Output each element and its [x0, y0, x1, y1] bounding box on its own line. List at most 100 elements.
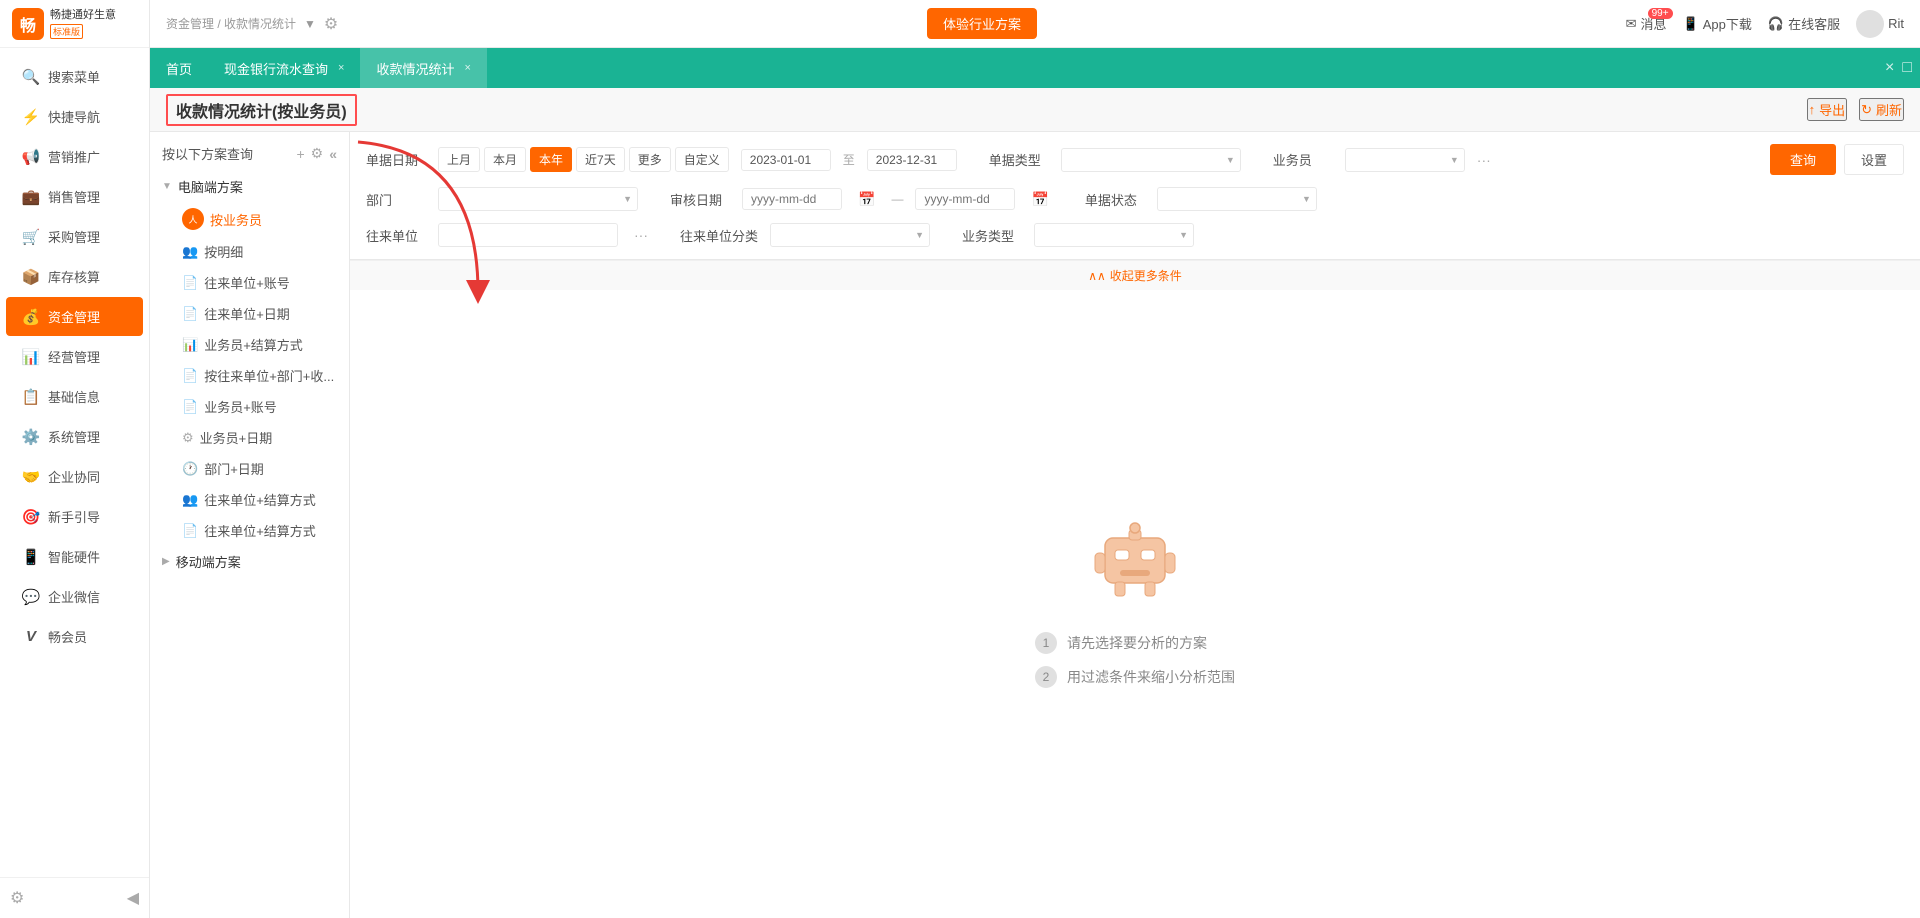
trial-button[interactable]: 体验行业方案: [927, 8, 1037, 39]
sidebar-item-search[interactable]: 🔍 搜索菜单: [6, 57, 143, 96]
footer-settings-icon[interactable]: ⚙: [10, 888, 24, 908]
sidebar-nav: 🔍 搜索菜单 ⚡ 快捷导航 📢 营销推广 💼 销售管理 🛒 采购管理 📦 库存核…: [0, 48, 149, 877]
tab-collection-stat[interactable]: 收款情况统计 ×: [360, 48, 486, 88]
tree-group-desktop[interactable]: ▼ 电脑端方案: [150, 171, 349, 202]
tab-collection-stat-close[interactable]: ×: [464, 62, 470, 74]
app-download-button[interactable]: 📱 App下载: [1683, 14, 1752, 33]
audit-date-cal2[interactable]: 📅: [1031, 191, 1048, 208]
audit-date-cal1[interactable]: 📅: [858, 191, 875, 208]
empty-state: 1 请先选择要分析的方案 2 用过滤条件来缩小分析范围: [350, 290, 1920, 918]
salesperson-more[interactable]: ···: [1477, 152, 1491, 168]
collapse-panel-icon[interactable]: «: [329, 146, 337, 162]
system-icon: ⚙️: [22, 428, 40, 446]
unit-settle2-icon: 📄: [182, 523, 198, 539]
user-avatar[interactable]: Rit: [1856, 10, 1904, 38]
date-shortcuts: 上月 本月 本年 近7天 更多 自定义: [438, 147, 729, 172]
sidebar-item-system[interactable]: ⚙️ 系统管理: [6, 417, 143, 456]
audit-date-separator: —: [891, 192, 903, 206]
scheme-settings-icon[interactable]: ⚙: [311, 145, 324, 162]
tab-bank-flow[interactable]: 现金银行流水查询 ×: [208, 48, 360, 88]
date-btn-last-month[interactable]: 上月: [438, 147, 480, 172]
tab-bank-flow-close[interactable]: ×: [338, 62, 344, 74]
tree-arrow-mobile: ▶: [162, 556, 170, 567]
tree-item-unit-settle2[interactable]: 📄 往来单位+结算方式: [150, 515, 349, 546]
tree-item-unit-settle1[interactable]: 👥 往来单位+结算方式: [150, 484, 349, 515]
left-panel-actions: + ⚙ «: [296, 145, 337, 162]
dept-select[interactable]: [438, 187, 638, 211]
footer-collapse-icon[interactable]: ◀: [127, 888, 139, 908]
bill-type-select[interactable]: [1061, 148, 1241, 172]
counterparty-more-icon[interactable]: ···: [634, 227, 648, 243]
sidebar-item-enterprise[interactable]: 🤝 企业协同: [6, 457, 143, 496]
refresh-icon: ↻: [1861, 102, 1872, 118]
tree-item-dept-date[interactable]: 🕐 部门+日期: [150, 453, 349, 484]
sidebar-item-guide[interactable]: 🎯 新手引导: [6, 497, 143, 536]
content-area: 按以下方案查询 + ⚙ « ▼ 电脑端方案 人 按业务员 👥 按明细: [150, 132, 1920, 918]
unit-settle1-icon: 👥: [182, 492, 198, 508]
tree-item-salesperson-date[interactable]: ⚙ 业务员+日期: [150, 422, 349, 453]
date-btn-last-7[interactable]: 近7天: [576, 147, 625, 172]
business-type-select[interactable]: [1034, 223, 1194, 247]
topbar-left: 资金管理 / 收款情况统计 ▼ ⚙: [166, 14, 338, 34]
sidebar-item-finance[interactable]: 💰 资金管理: [6, 297, 143, 336]
salesperson-select-wrap: [1345, 148, 1465, 172]
sidebar-item-member[interactable]: V 畅会员: [6, 617, 143, 656]
tree-group-mobile[interactable]: ▶ 移动端方案: [150, 546, 349, 577]
tree-item-salesperson-settle[interactable]: 📊 业务员+结算方式: [150, 329, 349, 360]
bill-status-label: 单据状态: [1085, 190, 1145, 209]
sidebar-item-basic[interactable]: 📋 基础信息: [6, 377, 143, 416]
sidebar-item-quick-nav[interactable]: ⚡ 快捷导航: [6, 97, 143, 136]
audit-date-to-input[interactable]: [915, 188, 1015, 210]
page-title-box: 收款情况统计(按业务员): [166, 94, 357, 126]
date-btn-custom[interactable]: 自定义: [675, 147, 729, 172]
query-button[interactable]: 查询: [1770, 144, 1836, 175]
date-from-input[interactable]: [741, 149, 831, 171]
tree-item-unit-date[interactable]: 📄 往来单位+日期: [150, 298, 349, 329]
online-service-button[interactable]: 🎧 在线客服: [1768, 14, 1840, 33]
tab-window-maximize[interactable]: □: [1902, 59, 1912, 77]
add-scheme-icon[interactable]: +: [296, 146, 304, 162]
date-btn-this-month[interactable]: 本月: [484, 147, 526, 172]
tree-item-by-salesperson[interactable]: 人 按业务员: [150, 202, 349, 236]
bill-type-label: 单据类型: [989, 150, 1049, 169]
tree-item-salesperson-account[interactable]: 📄 业务员+账号: [150, 391, 349, 422]
bill-status-select[interactable]: [1157, 187, 1317, 211]
bill-status-select-wrap: [1157, 187, 1317, 211]
dept-select-wrap: [438, 187, 638, 211]
export-button[interactable]: ↑ 导出: [1807, 98, 1848, 121]
date-btn-more[interactable]: 更多: [629, 147, 671, 172]
message-icon: ✉: [1626, 16, 1637, 32]
sidebar-item-purchase[interactable]: 🛒 采购管理: [6, 217, 143, 256]
business-type-select-wrap: [1034, 223, 1194, 247]
page-header: 收款情况统计(按业务员) ↑ 导出 ↻ 刷新: [150, 88, 1920, 132]
filter-row-1: 单据日期 上月 本月 本年 近7天 更多 自定义 至 单据类型: [366, 144, 1904, 175]
sidebar-item-sales[interactable]: 💼 销售管理: [6, 177, 143, 216]
tree-item-unit-account[interactable]: 📄 往来单位+账号: [150, 267, 349, 298]
settings-button[interactable]: 设置: [1844, 144, 1904, 175]
tree-item-by-detail[interactable]: 👥 按明细: [150, 236, 349, 267]
counterparty-category-select[interactable]: [770, 223, 930, 247]
sidebar-item-inventory[interactable]: 📦 库存核算: [6, 257, 143, 296]
collapse-bar[interactable]: ∧∧ 收起更多条件: [350, 260, 1920, 290]
tab-home[interactable]: 首页: [150, 48, 208, 88]
sidebar-item-hardware[interactable]: 📱 智能硬件: [6, 537, 143, 576]
purchase-icon: 🛒: [22, 228, 40, 246]
bill-type-select-wrap: [1061, 148, 1241, 172]
counterparty-input[interactable]: [438, 223, 618, 247]
date-to-input[interactable]: [867, 149, 957, 171]
date-btn-this-year[interactable]: 本年: [530, 147, 572, 172]
topbar-settings-icon[interactable]: ⚙: [324, 14, 338, 34]
message-button[interactable]: ✉ 消息 99+: [1626, 14, 1667, 33]
step-1-text: 请先选择要分析的方案: [1067, 633, 1207, 653]
sidebar-item-business[interactable]: 📊 经营管理: [6, 337, 143, 376]
refresh-button[interactable]: ↻ 刷新: [1859, 98, 1904, 121]
sidebar-item-wechat[interactable]: 💬 企业微信: [6, 577, 143, 616]
tab-window-close[interactable]: ×: [1885, 59, 1894, 77]
date-label: 单据日期: [366, 150, 426, 169]
audit-date-from-input[interactable]: [742, 188, 842, 210]
salesperson-select[interactable]: [1345, 148, 1465, 172]
breadcrumb: 资金管理 / 收款情况统计: [166, 15, 296, 32]
breadcrumb-dropdown-icon[interactable]: ▼: [304, 17, 316, 31]
tree-item-unit-dept-collect[interactable]: 📄 按往来单位+部门+收...: [150, 360, 349, 391]
sidebar-item-marketing[interactable]: 📢 营销推广: [6, 137, 143, 176]
